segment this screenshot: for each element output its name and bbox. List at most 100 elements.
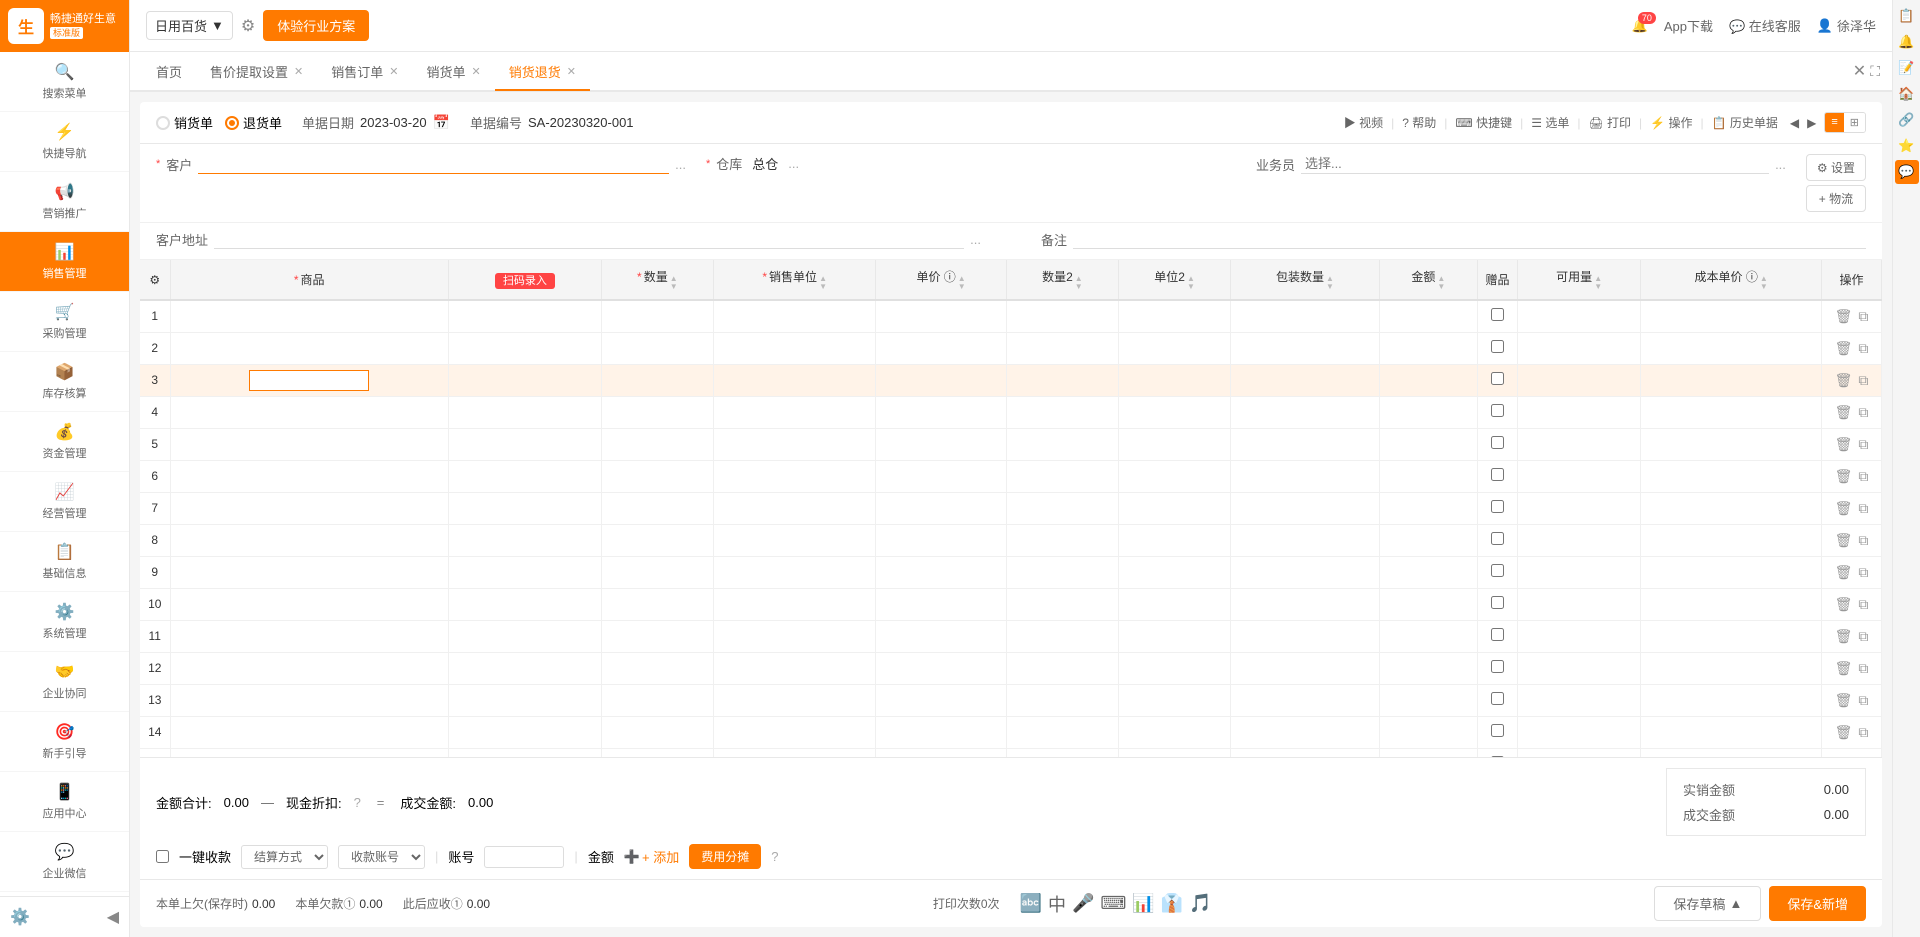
address-lookup-btn[interactable]: ...: [970, 232, 981, 247]
product-cell[interactable]: [170, 716, 448, 748]
salesperson-input[interactable]: [1301, 154, 1769, 174]
calendar-icon[interactable]: 📅: [433, 114, 450, 131]
logistics-btn[interactable]: + 物流: [1806, 185, 1866, 212]
help-btn[interactable]: ? 帮助: [1402, 114, 1436, 131]
right-icon-2[interactable]: 🔔: [1895, 30, 1919, 54]
pkg-qty-cell[interactable]: [1231, 652, 1380, 684]
pkg-qty-cell[interactable]: [1231, 396, 1380, 428]
gift-cell[interactable]: [1477, 332, 1517, 364]
unit-cell[interactable]: [713, 716, 875, 748]
gift-checkbox[interactable]: [1491, 500, 1504, 513]
tab-sales[interactable]: 销货单✕: [412, 54, 494, 91]
sidebar-item-marketing[interactable]: 📢营销推广: [0, 172, 129, 232]
print-btn[interactable]: 🖨 打印: [1588, 114, 1631, 131]
discount-help-icon[interactable]: ?: [354, 795, 361, 810]
qty-cell[interactable]: [601, 748, 713, 757]
account-input[interactable]: [484, 846, 564, 868]
sidebar-item-newbie[interactable]: 🎯新手引导: [0, 712, 129, 772]
user-info[interactable]: 👤 徐泽华: [1817, 16, 1876, 35]
gift-checkbox[interactable]: [1491, 372, 1504, 385]
taskbar-icon-6[interactable]: 👔: [1161, 893, 1183, 914]
draft-dropdown-icon[interactable]: ▲: [1729, 896, 1742, 911]
gift-checkbox[interactable]: [1491, 436, 1504, 449]
copy-icon[interactable]: ⧉: [1858, 660, 1868, 677]
product-cell[interactable]: [170, 460, 448, 492]
price-cell[interactable]: [876, 300, 1006, 332]
qty2-cell[interactable]: [1006, 492, 1118, 524]
copy-icon[interactable]: ⧉: [1858, 692, 1868, 709]
col-settings[interactable]: ⚙: [140, 260, 170, 300]
qty-cell[interactable]: [601, 460, 713, 492]
pkg-qty-cell[interactable]: [1231, 492, 1380, 524]
gift-cell[interactable]: [1477, 652, 1517, 684]
nav-prev[interactable]: ◀: [1790, 116, 1799, 130]
pkg-qty-cell[interactable]: [1231, 332, 1380, 364]
copy-icon[interactable]: ⧉: [1858, 596, 1868, 613]
list-view-btn[interactable]: ⊞: [1844, 113, 1865, 132]
qty-cell[interactable]: [601, 556, 713, 588]
experience-button[interactable]: 体验行业方案: [263, 10, 369, 41]
price-cell[interactable]: [876, 460, 1006, 492]
product-cell[interactable]: [170, 492, 448, 524]
qty2-cell[interactable]: [1006, 556, 1118, 588]
gift-cell[interactable]: [1477, 716, 1517, 748]
delete-icon[interactable]: 🗑: [1835, 308, 1853, 325]
unit-cell[interactable]: [713, 396, 875, 428]
gift-checkbox[interactable]: [1491, 724, 1504, 737]
operate-btn[interactable]: ⚡ 操作: [1650, 114, 1692, 131]
customer-lookup-btn[interactable]: ...: [675, 157, 686, 172]
shortcut-btn[interactable]: ⌨ 快捷键: [1455, 114, 1512, 131]
fee-help-icon[interactable]: ?: [771, 849, 778, 864]
gift-checkbox[interactable]: [1491, 468, 1504, 481]
tab-home[interactable]: 首页: [142, 54, 196, 91]
delete-icon[interactable]: 🗑: [1835, 724, 1853, 741]
tab-close-sales-order[interactable]: ✕: [389, 65, 398, 78]
notification-icon[interactable]: 🔔 70: [1632, 18, 1648, 34]
price-cell[interactable]: [876, 588, 1006, 620]
unit-cell[interactable]: [713, 460, 875, 492]
sidebar-item-sales[interactable]: 📊销售管理: [0, 232, 129, 292]
copy-icon[interactable]: ⧉: [1858, 404, 1868, 421]
sidebar-item-basic[interactable]: 📋基础信息: [0, 532, 129, 592]
right-icon-5[interactable]: 🔗: [1895, 108, 1919, 132]
header-settings-icon[interactable]: ⚙: [241, 16, 255, 36]
qty-cell[interactable]: [601, 524, 713, 556]
qty-cell[interactable]: [601, 588, 713, 620]
copy-icon[interactable]: ⧉: [1858, 628, 1868, 645]
customer-input[interactable]: [198, 154, 669, 174]
product-cell[interactable]: [170, 588, 448, 620]
video-btn[interactable]: ▶ 视频: [1344, 114, 1383, 131]
product-cell[interactable]: [170, 684, 448, 716]
delete-icon[interactable]: 🗑: [1835, 564, 1853, 581]
price-cell[interactable]: [876, 620, 1006, 652]
qty-cell[interactable]: [601, 684, 713, 716]
unit-cell[interactable]: [713, 748, 875, 757]
qty2-cell[interactable]: [1006, 588, 1118, 620]
gift-cell[interactable]: [1477, 428, 1517, 460]
qty2-cell[interactable]: [1006, 684, 1118, 716]
qty2-cell[interactable]: [1006, 364, 1118, 396]
save-new-button[interactable]: 保存&新增: [1769, 886, 1866, 921]
sidebar-item-wechat[interactable]: 💬企业微信: [0, 832, 129, 892]
delete-icon[interactable]: 🗑: [1835, 500, 1853, 517]
qty2-cell[interactable]: [1006, 396, 1118, 428]
delete-icon[interactable]: 🗑: [1835, 596, 1853, 613]
qty-cell[interactable]: [601, 396, 713, 428]
gift-cell[interactable]: [1477, 684, 1517, 716]
gift-checkbox[interactable]: [1491, 596, 1504, 609]
qty2-cell[interactable]: [1006, 460, 1118, 492]
pkg-qty-cell[interactable]: [1231, 524, 1380, 556]
copy-icon[interactable]: ⧉: [1858, 308, 1868, 325]
warehouse-lookup-btn[interactable]: ...: [788, 156, 799, 171]
gift-checkbox[interactable]: [1491, 564, 1504, 577]
qty2-cell[interactable]: [1006, 652, 1118, 684]
gift-cell[interactable]: [1477, 620, 1517, 652]
unit-cell[interactable]: [713, 588, 875, 620]
price-cell[interactable]: [876, 524, 1006, 556]
add-button[interactable]: ➕ + 添加: [624, 847, 679, 866]
price-cell[interactable]: [876, 428, 1006, 460]
qty-cell[interactable]: [601, 300, 713, 332]
gift-cell[interactable]: [1477, 460, 1517, 492]
gift-cell[interactable]: [1477, 300, 1517, 332]
collapse-icon[interactable]: ◀: [107, 907, 119, 927]
